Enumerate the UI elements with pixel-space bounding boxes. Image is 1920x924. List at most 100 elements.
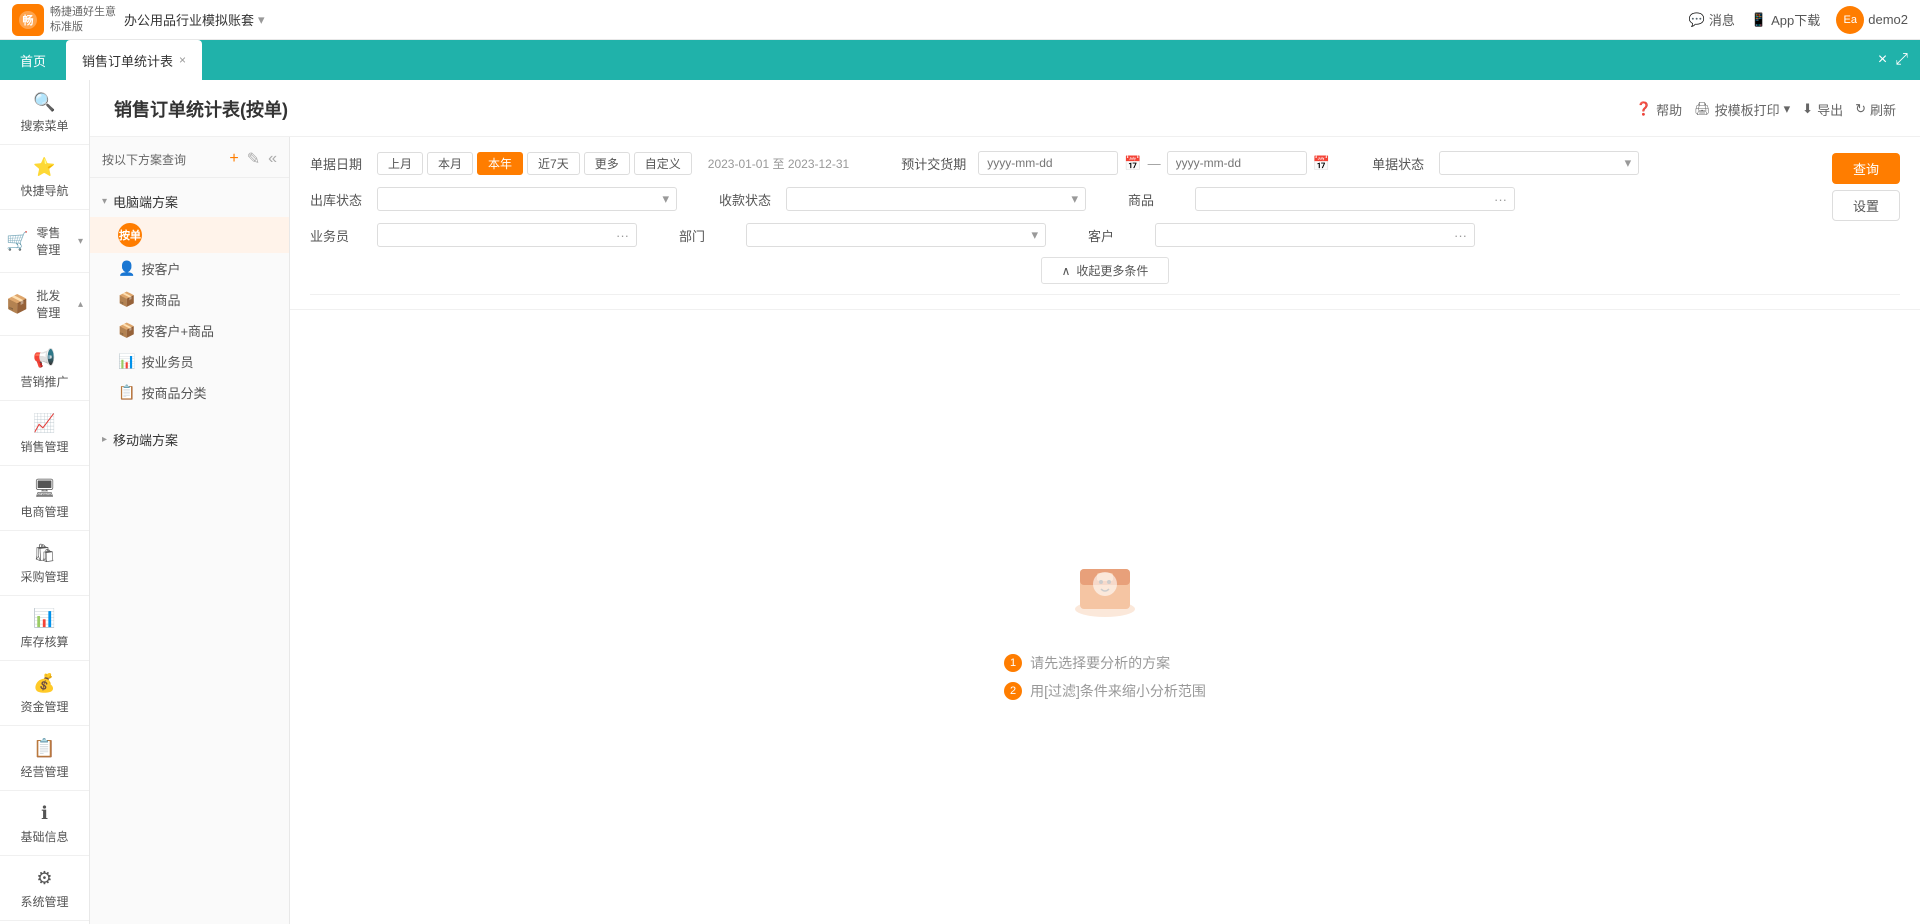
btn-this-month[interactable]: 本月 xyxy=(427,152,473,175)
customer-goods-scheme-icon: 📦 xyxy=(118,322,135,339)
tree-parent-pc[interactable]: ▾ 电脑端方案 xyxy=(90,186,289,217)
tab-label: 销售订单统计表 xyxy=(82,51,173,70)
sidebar-item-wholesale[interactable]: 📦 批发管理 ▴ xyxy=(0,273,89,336)
filter-fields: 单据日期 上月 本月 本年 近7天 更多 自定义 2023-01-01 至 20… xyxy=(310,151,1816,247)
top-bar: 畅 畅捷通好生意 标准版 办公用品行业模拟账套 ▾ 💬 消息 📱 App下载 E… xyxy=(0,0,1920,40)
expected-date-start[interactable] xyxy=(978,151,1118,175)
svg-text:畅: 畅 xyxy=(23,13,34,27)
sidebar-item-inventory[interactable]: 📊 库存核算 xyxy=(0,596,89,661)
tree-child-by-category[interactable]: 📋 按商品分类 xyxy=(90,377,289,408)
user-area[interactable]: Ea demo2 xyxy=(1836,6,1908,34)
sidebar-item-system[interactable]: ⚙ 系统管理 xyxy=(0,856,89,921)
sidebar-item-marketing[interactable]: 📢 营销推广 xyxy=(0,336,89,401)
expected-date-end[interactable] xyxy=(1167,151,1307,175)
sidebar-item-retail[interactable]: 🛒 零售管理 ▾ xyxy=(0,210,89,273)
logo-text: 畅捷通好生意 标准版 xyxy=(50,5,116,34)
sidebar-item-operation[interactable]: 📋 经营管理 xyxy=(0,726,89,791)
search-menu-icon: 🔍 xyxy=(33,92,55,113)
status-select[interactable] xyxy=(1439,151,1639,175)
tree-section-pc: ▾ 电脑端方案 按单 👤 按客户 📦 按商品 📦 xyxy=(90,178,289,416)
cal-icon-end[interactable]: 📅 xyxy=(1313,155,1330,172)
mobile-expand-icon: ▸ xyxy=(102,434,107,445)
btn-custom[interactable]: 自定义 xyxy=(634,152,692,175)
customer-label: 客户 xyxy=(1088,226,1143,245)
breadcrumb-arrow[interactable]: ▾ xyxy=(258,12,265,28)
add-scheme-btn[interactable]: + xyxy=(229,150,238,168)
tab-bar: 首页 销售订单统计表 × × ⤢ xyxy=(0,40,1920,80)
tree-child-by-order[interactable]: 按单 xyxy=(90,217,289,253)
filter-row-2: 出库状态 收款状态 xyxy=(310,187,1816,211)
sidebar-item-basic-info[interactable]: ℹ 基础信息 xyxy=(0,791,89,856)
message-btn[interactable]: 💬 消息 xyxy=(1689,10,1735,29)
sidebar-item-finance[interactable]: 💰 资金管理 xyxy=(0,661,89,726)
tab-close-btn[interactable]: × xyxy=(179,53,186,67)
goods-input[interactable] xyxy=(1195,187,1515,211)
filter-area: 单据日期 上月 本月 本年 近7天 更多 自定义 2023-01-01 至 20… xyxy=(290,137,1920,310)
sidebar-item-ecommerce[interactable]: 🖥 电商管理 xyxy=(0,466,89,531)
sidebar: 🔍 搜索菜单 ⭐ 快捷导航 🛒 零售管理 ▾ 📦 批发管理 ▴ 📢 营销推广 📈… xyxy=(0,80,90,924)
search-button[interactable]: 查询 xyxy=(1832,153,1900,184)
salesperson-input[interactable] xyxy=(377,223,637,247)
tree-parent-label: 电脑端方案 xyxy=(113,192,178,211)
retail-arrow: ▾ xyxy=(78,236,83,247)
body-container: 按以下方案查询 + ✎ « ▾ 电脑端方案 按单 👤 按客户 xyxy=(90,137,1920,924)
phone-icon: 📱 xyxy=(1751,12,1767,28)
tip-item-2: 2 用[过滤]条件来缩小分析范围 xyxy=(1004,677,1206,705)
tab-home[interactable]: 首页 xyxy=(0,40,66,80)
tree-child-by-salesperson[interactable]: 📊 按业务员 xyxy=(90,346,289,377)
payment-status-select[interactable] xyxy=(786,187,1086,211)
window-maximize-btn[interactable]: ⤢ xyxy=(1895,51,1908,69)
cal-icon-start[interactable]: 📅 xyxy=(1124,155,1141,172)
export-btn[interactable]: ⬇ 导出 xyxy=(1802,100,1843,119)
export-icon: ⬇ xyxy=(1802,101,1813,117)
tree-child-by-customer[interactable]: 👤 按客户 xyxy=(90,253,289,284)
department-select[interactable] xyxy=(746,223,1046,247)
ecommerce-icon: 🖥 xyxy=(33,478,56,499)
breadcrumb-text: 办公用品行业模拟账套 xyxy=(124,10,254,29)
setting-button[interactable]: 设置 xyxy=(1832,190,1900,221)
status-select-wrap xyxy=(1439,151,1639,175)
tab-bar-right: × ⤢ xyxy=(1878,51,1920,69)
basic-info-icon: ℹ xyxy=(41,803,48,824)
sidebar-item-search[interactable]: 🔍 搜索菜单 xyxy=(0,80,89,145)
refresh-btn[interactable]: ↻ 刷新 xyxy=(1855,100,1896,119)
tree-parent-mobile-label: 移动端方案 xyxy=(113,430,178,449)
help-btn[interactable]: ❓ 帮助 xyxy=(1636,100,1682,119)
tree-child-by-goods[interactable]: 📦 按商品 xyxy=(90,284,289,315)
right-panel: 单据日期 上月 本月 本年 近7天 更多 自定义 2023-01-01 至 20… xyxy=(290,137,1920,924)
breadcrumb-area[interactable]: 办公用品行业模拟账套 ▾ xyxy=(124,10,265,29)
category-scheme-icon: 📋 xyxy=(118,384,135,401)
sidebar-item-sales[interactable]: 📈 销售管理 xyxy=(0,401,89,466)
customer-input[interactable] xyxy=(1155,223,1475,247)
payment-status-label: 收款状态 xyxy=(719,190,774,209)
sidebar-item-purchase[interactable]: 🛍 采购管理 xyxy=(0,531,89,596)
collapse-button[interactable]: ∧ 收起更多条件 xyxy=(1041,257,1170,284)
tree-parent-mobile[interactable]: ▸ 移动端方案 xyxy=(90,424,289,455)
date-range-display: 2023-01-01 至 2023-12-31 xyxy=(708,155,849,172)
goods-select-wrap: ··· xyxy=(1195,187,1515,211)
btn-this-year[interactable]: 本年 xyxy=(477,152,523,175)
app-download-btn[interactable]: 📱 App下载 xyxy=(1751,10,1820,29)
sidebar-item-quick-nav[interactable]: ⭐ 快捷导航 xyxy=(0,145,89,210)
btn-more[interactable]: 更多 xyxy=(584,152,630,175)
edit-scheme-btn[interactable]: ✎ xyxy=(247,149,260,169)
active-indicator: 按单 xyxy=(118,223,142,247)
expected-date-range: 📅 — 📅 xyxy=(978,151,1330,175)
collapse-panel-btn[interactable]: « xyxy=(268,150,277,168)
action-buttons: 查询 设置 xyxy=(1816,151,1900,247)
filter-row-with-buttons: 单据日期 上月 本月 本年 近7天 更多 自定义 2023-01-01 至 20… xyxy=(310,151,1900,247)
operation-icon: 📋 xyxy=(33,738,55,759)
tab-active[interactable]: 销售订单统计表 × xyxy=(66,40,202,80)
btn-last-month[interactable]: 上月 xyxy=(377,152,423,175)
tree-child-by-customer-goods[interactable]: 📦 按客户+商品 xyxy=(90,315,289,346)
system-icon: ⚙ xyxy=(36,868,52,889)
expected-date-label: 预计交货期 xyxy=(901,154,966,173)
print-icon: 🖨 xyxy=(1694,101,1711,117)
delivery-status-select[interactable] xyxy=(377,187,677,211)
print-btn[interactable]: 🖨 按模板打印 ▾ xyxy=(1694,100,1790,119)
empty-illustration xyxy=(1055,529,1155,629)
btn-last7[interactable]: 近7天 xyxy=(527,152,580,175)
tip-item-1: 1 请先选择要分析的方案 xyxy=(1004,649,1206,677)
tree-section-mobile: ▸ 移动端方案 xyxy=(90,416,289,463)
window-close-btn[interactable]: × xyxy=(1878,51,1887,69)
